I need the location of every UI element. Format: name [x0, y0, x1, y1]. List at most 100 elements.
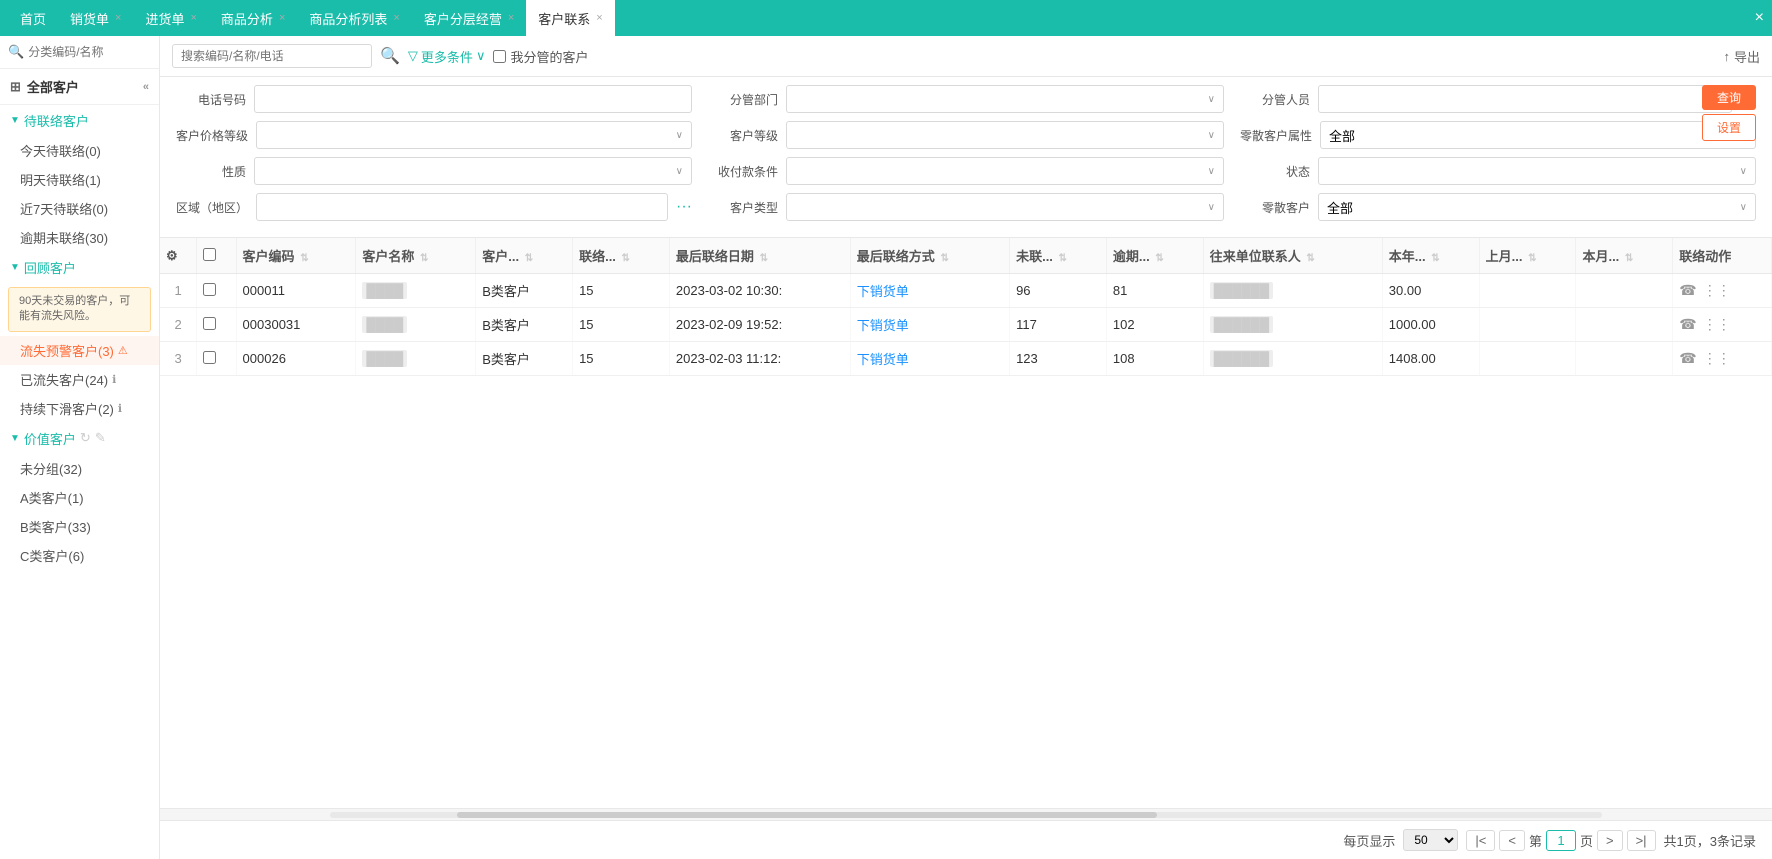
col-this-year[interactable]: 本年... ⇅: [1382, 238, 1479, 274]
query-button[interactable]: 查询: [1702, 85, 1756, 110]
row-checkbox-1[interactable]: [197, 308, 236, 342]
sidebar-group-value[interactable]: ▼ 价值客户 ↻ ✎: [0, 423, 159, 454]
sidebar-search-input[interactable]: [28, 45, 151, 59]
close-tab-sales-icon[interactable]: ×: [115, 12, 121, 24]
sidebar-item-tomorrow[interactable]: 明天待联络(1): [0, 165, 159, 194]
filter-select-cust-level[interactable]: ∨: [786, 121, 1224, 149]
close-tab-purchase-icon[interactable]: ×: [190, 12, 196, 24]
last-page-button[interactable]: >|: [1627, 830, 1656, 851]
row-last-method-1[interactable]: 下销货单: [850, 308, 1009, 342]
scrollbar-thumb[interactable]: [457, 812, 1157, 818]
sort-name-icon[interactable]: ⇅: [420, 253, 428, 264]
my-customer-checkbox[interactable]: [493, 50, 506, 63]
sidebar-group-review[interactable]: ▼ 回顾客户: [0, 252, 159, 283]
close-tab-layer-icon[interactable]: ×: [508, 12, 514, 24]
contact-action-icon-1[interactable]: ☎: [1679, 316, 1696, 333]
sidebar-item-overdue[interactable]: 逾期未联络(30): [0, 223, 159, 252]
col-settings[interactable]: ⚙: [160, 238, 197, 274]
next-page-button[interactable]: >: [1597, 830, 1623, 851]
more-action-icon-1[interactable]: ⋮⋮: [1703, 316, 1731, 333]
filter-input-phone[interactable]: [254, 85, 692, 113]
row-checkbox-0[interactable]: [197, 274, 236, 308]
sort-last-method-icon[interactable]: ⇅: [940, 253, 948, 264]
col-last-date[interactable]: 最后联络日期 ⇅: [669, 238, 850, 274]
sidebar-item-7days[interactable]: 近7天待联络(0): [0, 194, 159, 223]
refresh-icon[interactable]: ↻: [80, 430, 91, 446]
filter-select-retail[interactable]: 全部 ∨: [1318, 193, 1756, 221]
sidebar-item-declining[interactable]: 持续下滑客户(2) ℹ: [0, 394, 159, 423]
sidebar-item-class-a[interactable]: A类客户(1): [0, 483, 159, 512]
filter-select-staff[interactable]: [1318, 85, 1732, 113]
close-tab-analysis-icon[interactable]: ×: [279, 12, 285, 24]
filter-select-price[interactable]: ∨: [256, 121, 692, 149]
filter-select-dept[interactable]: ∨: [786, 85, 1224, 113]
sidebar-item-class-c[interactable]: C类客户(6): [0, 541, 159, 570]
col-liaison[interactable]: 往来单位联系人 ⇅: [1203, 238, 1382, 274]
settings-button[interactable]: 设置: [1702, 114, 1756, 141]
sort-type-icon[interactable]: ⇅: [525, 253, 533, 264]
last-method-link-1[interactable]: 下销货单: [857, 318, 909, 333]
sort-this-month-icon[interactable]: ⇅: [1625, 253, 1633, 264]
export-button[interactable]: ↑ 导出: [1723, 47, 1760, 66]
page-size-select[interactable]: 50 100 200: [1403, 829, 1458, 851]
nav-tab-customer-layer[interactable]: 客户分层经营 ×: [412, 0, 526, 36]
nav-tab-sales[interactable]: 销货单 ×: [58, 0, 133, 36]
filter-select-region[interactable]: [256, 193, 668, 221]
sidebar-item-today[interactable]: 今天待联络(0): [0, 136, 159, 165]
col-this-month[interactable]: 本月... ⇅: [1576, 238, 1673, 274]
select-all-checkbox[interactable]: [203, 248, 216, 261]
filter-search-button[interactable]: 🔍: [380, 46, 400, 66]
row-last-method-0[interactable]: 下销货单: [850, 274, 1009, 308]
sort-uncontact-icon[interactable]: ⇅: [1059, 253, 1067, 264]
last-method-link-0[interactable]: 下销货单: [857, 284, 909, 299]
contact-action-icon-0[interactable]: ☎: [1679, 282, 1696, 299]
filter-select-status[interactable]: ∨: [1318, 157, 1756, 185]
col-uncontact[interactable]: 未联... ⇅: [1010, 238, 1107, 274]
edit-icon[interactable]: ✎: [95, 430, 106, 446]
filter-select-cust-type[interactable]: ∨: [786, 193, 1224, 221]
close-tab-contact-icon[interactable]: ×: [596, 12, 602, 24]
col-code[interactable]: 客户编码 ⇅: [236, 238, 356, 274]
sidebar-group-pending[interactable]: ▼ 待联络客户: [0, 105, 159, 136]
sidebar-item-churn-warning[interactable]: 流失预警客户(3) ⚠: [0, 336, 159, 365]
sort-contact-icon[interactable]: ⇅: [622, 253, 630, 264]
nav-home[interactable]: 首页: [8, 9, 58, 28]
row-last-method-2[interactable]: 下销货单: [850, 342, 1009, 376]
more-filter-button[interactable]: ▽ 更多条件 ∨: [408, 47, 486, 66]
more-region-icon[interactable]: ···: [676, 198, 692, 216]
col-name[interactable]: 客户名称 ⇅: [356, 238, 476, 274]
sidebar-item-churned[interactable]: 已流失客户(24) ℹ: [0, 365, 159, 394]
col-overdue[interactable]: 逾期... ⇅: [1106, 238, 1203, 274]
filter-select-payment[interactable]: ∨: [786, 157, 1224, 185]
col-type[interactable]: 客户... ⇅: [476, 238, 573, 274]
sort-last-month-icon[interactable]: ⇅: [1528, 253, 1536, 264]
nav-tab-analysis[interactable]: 商品分析 ×: [209, 0, 297, 36]
contact-action-icon-2[interactable]: ☎: [1679, 350, 1696, 367]
last-method-link-2[interactable]: 下销货单: [857, 352, 909, 367]
sort-last-date-icon[interactable]: ⇅: [760, 253, 768, 264]
more-action-icon-0[interactable]: ⋮⋮: [1703, 282, 1731, 299]
sidebar-all-customers[interactable]: ⊞ 全部客户 «: [0, 69, 159, 105]
filter-select-nature[interactable]: ∨: [254, 157, 692, 185]
nav-tab-customer-contact[interactable]: 客户联系 ×: [526, 0, 614, 36]
sidebar-item-unclassified[interactable]: 未分组(32): [0, 454, 159, 483]
filter-select-retail-attr[interactable]: 全部 ∨: [1320, 121, 1756, 149]
nav-tab-purchase[interactable]: 进货单 ×: [133, 0, 208, 36]
nav-tab-analysis-list[interactable]: 商品分析列表 ×: [297, 0, 411, 36]
col-contact-count[interactable]: 联络... ⇅: [573, 238, 670, 274]
horizontal-scrollbar[interactable]: [160, 808, 1772, 820]
col-checkbox[interactable]: [197, 238, 236, 274]
close-tab-analysis-list-icon[interactable]: ×: [393, 12, 399, 24]
sort-liaison-icon[interactable]: ⇅: [1306, 253, 1314, 264]
sort-this-year-icon[interactable]: ⇅: [1431, 253, 1439, 264]
first-page-button[interactable]: |<: [1466, 830, 1495, 851]
sort-overdue-icon[interactable]: ⇅: [1155, 253, 1163, 264]
prev-page-button[interactable]: <: [1499, 830, 1525, 851]
col-last-method[interactable]: 最后联络方式 ⇅: [850, 238, 1009, 274]
row-checkbox-2[interactable]: [197, 342, 236, 376]
more-action-icon-2[interactable]: ⋮⋮: [1703, 350, 1731, 367]
sidebar-item-class-b[interactable]: B类客户(33): [0, 512, 159, 541]
sort-code-icon[interactable]: ⇅: [300, 253, 308, 264]
close-all-tabs-button[interactable]: ×: [1755, 9, 1764, 27]
sidebar-collapse-icon[interactable]: «: [143, 81, 149, 93]
